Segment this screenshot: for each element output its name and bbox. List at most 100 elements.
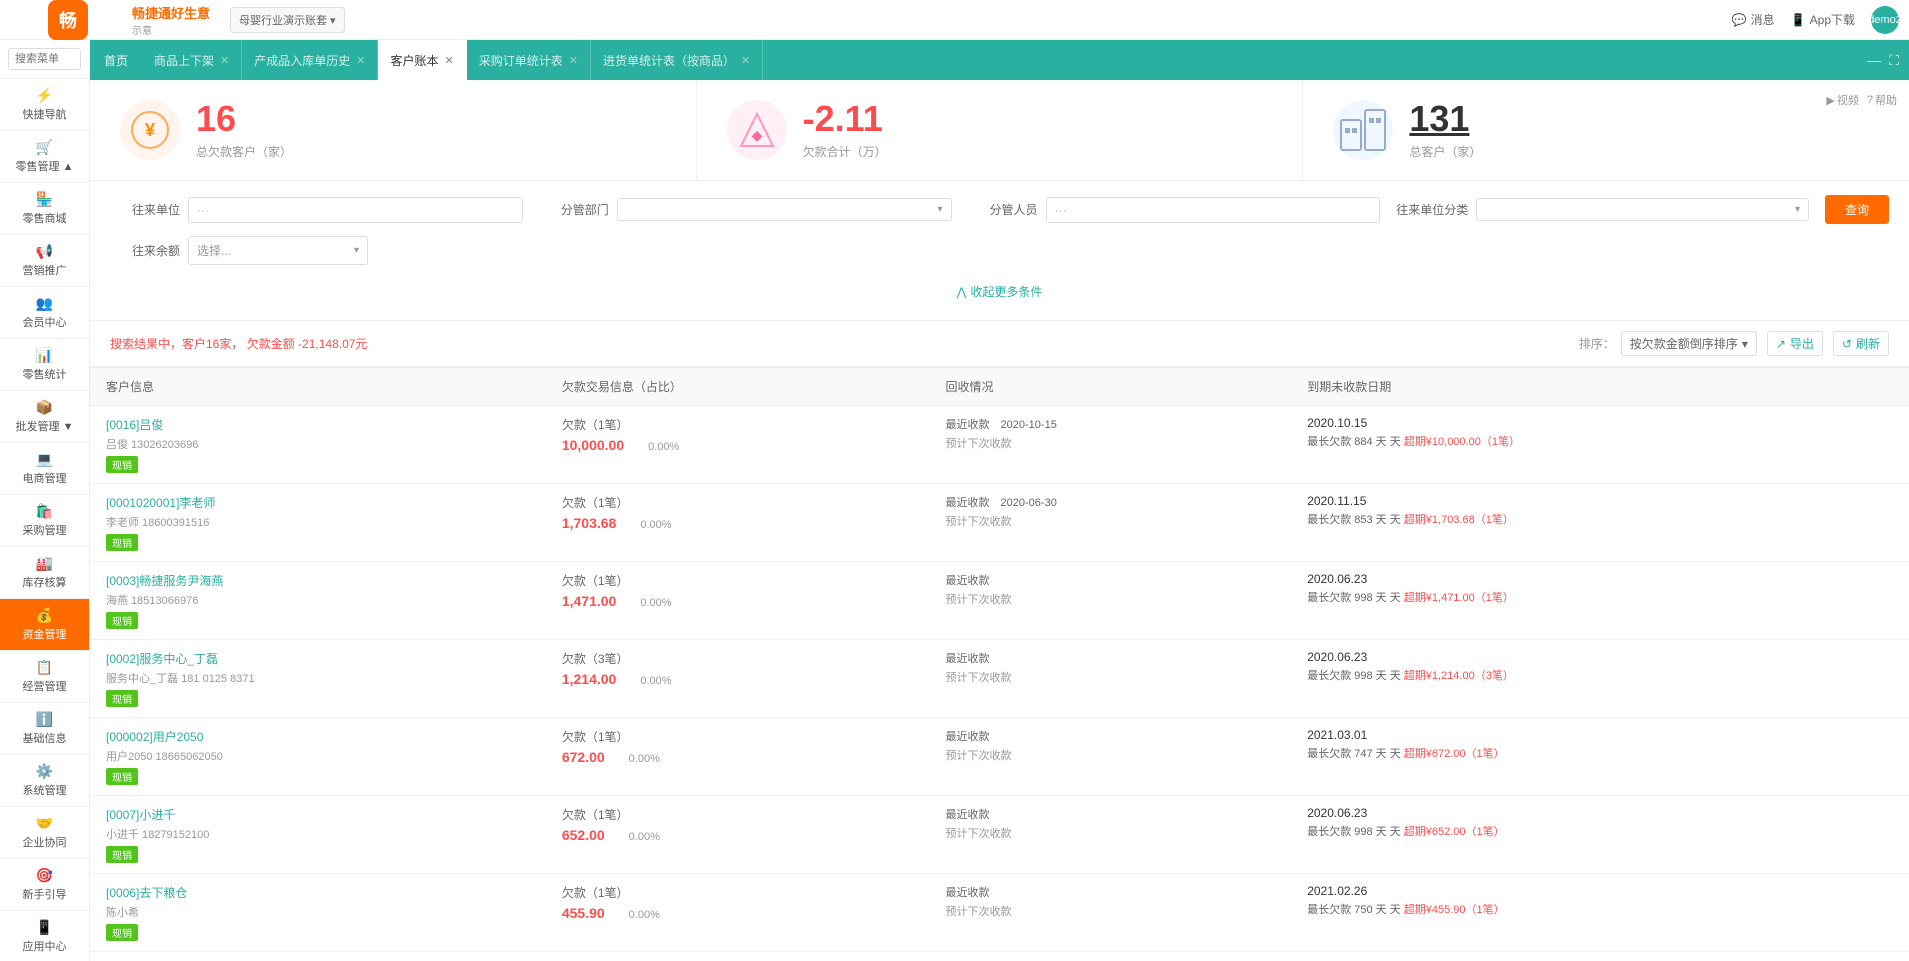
customer-name-link[interactable]: [0007]小进千 bbox=[106, 808, 175, 822]
customer-info-cell: [0016]吕俊 吕俊 13026203696 现销 bbox=[90, 406, 546, 484]
due-date-cell: 2020.12.30 最长欠款 808 天 天 超期¥429.00（1笔） bbox=[1291, 952, 1909, 961]
filter-balance-select[interactable]: 选择... ▾ bbox=[188, 236, 368, 265]
export-btn[interactable]: ↗ 导出 bbox=[1767, 331, 1823, 356]
overdue-amount-link[interactable]: 超期¥455.90（1笔） bbox=[1404, 904, 1505, 916]
app-download-btn[interactable]: 📱 App下载 bbox=[1791, 11, 1855, 28]
refresh-btn[interactable]: ↺ 刷新 bbox=[1833, 331, 1889, 356]
collapse-filters-btn[interactable]: ⋀ 收起更多条件 bbox=[110, 277, 1889, 306]
sidebar-search-container bbox=[0, 40, 89, 79]
company-selector[interactable]: 母婴行业演示账套 ▾ bbox=[230, 7, 345, 33]
tab-customer-account[interactable]: 客户账本 ✕ bbox=[378, 40, 466, 80]
filter-row-1: 往来单位 ··· 分管部门 ▾ bbox=[110, 195, 1889, 224]
filter-category-label: 往来单位分类 bbox=[1396, 201, 1468, 218]
filter-person-input[interactable]: ··· bbox=[1046, 197, 1381, 223]
debt-percent: 0.00% bbox=[629, 831, 660, 843]
business-icon: 📋 bbox=[36, 659, 53, 676]
customer-name-link[interactable]: [0003]畅捷服务尹海燕 bbox=[106, 574, 223, 588]
user-avatar[interactable]: demo2 bbox=[1871, 6, 1899, 34]
tab-product-list[interactable]: 商品上下架 ✕ bbox=[142, 40, 242, 80]
due-date-value: 2020.06.23 bbox=[1307, 650, 1893, 664]
overdue-amount-link[interactable]: 超期¥672.00（1笔） bbox=[1404, 748, 1505, 760]
customer-name-link[interactable]: [0001020001]李老师 bbox=[106, 496, 215, 510]
filter-category: 往来单位分类 ▾ bbox=[1396, 198, 1809, 221]
debt-count: 欠款（1笔） bbox=[562, 572, 914, 589]
overdue-amount-link[interactable]: 超期¥652.00（1笔） bbox=[1404, 826, 1505, 838]
debt-count: 欠款（3笔） bbox=[562, 650, 914, 667]
stat-card-debt-customers: ¥ 16 总欠款客户（家） bbox=[90, 80, 697, 180]
sidebar-item-marketing[interactable]: 📢 营销推广 bbox=[0, 235, 89, 287]
last-payment: 最近收款 bbox=[946, 572, 1276, 588]
sidebar-item-retail-stats[interactable]: 📊 零售统计 bbox=[0, 339, 89, 391]
marketing-icon: 📢 bbox=[36, 243, 53, 260]
sort-area: 排序： 按欠款金额倒序排序 ▾ bbox=[1579, 331, 1757, 356]
tab-product-history-close[interactable]: ✕ bbox=[356, 54, 365, 67]
sort-select[interactable]: 按欠款金额倒序排序 ▾ bbox=[1621, 331, 1757, 356]
col-debt-info: 欠款交易信息（占比） bbox=[546, 368, 930, 406]
app-name: 畅捷通好生意 bbox=[132, 3, 210, 22]
member-icon: 👥 bbox=[36, 295, 53, 312]
tab-home[interactable]: 首页 bbox=[90, 40, 142, 80]
customer-name-link[interactable]: [0002]服务中心_丁磊 bbox=[106, 652, 218, 666]
sidebar-item-retail-mall[interactable]: 🏪 零售商城 bbox=[0, 183, 89, 235]
filter-supplier-input[interactable]: ··· bbox=[188, 197, 523, 223]
filter-balance-type: 往来余额 选择... ▾ bbox=[110, 236, 1889, 265]
filter-category-select[interactable]: ▾ bbox=[1476, 198, 1809, 221]
sidebar-item-retail-mgmt[interactable]: 🛒 零售管理 ▲ bbox=[0, 131, 89, 183]
finance-icon: 💰 bbox=[36, 607, 53, 624]
customer-contact: 李老师 18600391516 bbox=[106, 514, 530, 530]
customer-contact: 小进千 18279152100 bbox=[106, 826, 530, 842]
overdue-amount-link[interactable]: 超期¥1,471.00（1笔） bbox=[1404, 592, 1514, 604]
customer-name-link[interactable]: [0006]去下粮仓 bbox=[106, 886, 187, 900]
sidebar-search-input[interactable] bbox=[8, 48, 81, 70]
tab-maximize-btn[interactable]: ⛶ bbox=[1889, 52, 1899, 69]
app-logo: 畅 bbox=[48, 0, 88, 40]
overdue-amount-link[interactable]: 超期¥10,000.00（1笔） bbox=[1404, 436, 1520, 448]
overdue-amount-link[interactable]: 超期¥1,703.68（1笔） bbox=[1404, 514, 1514, 526]
sidebar-item-inventory[interactable]: 🏭 库存核算 bbox=[0, 547, 89, 599]
recovery-cell: 最近收款 预计下次收款 bbox=[930, 718, 1292, 796]
filter-row-2: 往来余额 选择... ▾ bbox=[110, 236, 1889, 265]
view-video-btn[interactable]: ▶ 视频 bbox=[1826, 92, 1858, 108]
sidebar-item-system[interactable]: ⚙️ 系统管理 bbox=[0, 755, 89, 807]
table-row: [0002]服务中心_丁磊 服务中心_丁磊 181 0125 8371 现销 欠… bbox=[90, 640, 1909, 718]
tab-minimize-btn[interactable]: — bbox=[1867, 52, 1881, 68]
tab-inbound-stats-close[interactable]: ✕ bbox=[741, 54, 750, 67]
tab-customer-account-close[interactable]: ✕ bbox=[445, 54, 454, 67]
sidebar-item-purchase[interactable]: 🛍️ 采购管理 bbox=[0, 495, 89, 547]
sidebar-item-batch-mgmt[interactable]: 📦 批发管理 ▼ bbox=[0, 391, 89, 443]
tab-purchase-stats[interactable]: 采购订单统计表 ✕ bbox=[467, 40, 591, 80]
retail-stats-icon: 📊 bbox=[36, 347, 53, 364]
sidebar-item-quick-nav[interactable]: ⚡ 快捷导航 bbox=[0, 79, 89, 131]
overdue-days: 最长欠款 998 天 天 超期¥652.00（1笔） bbox=[1307, 823, 1893, 839]
svg-text:¥: ¥ bbox=[145, 120, 155, 140]
tab-product-list-close[interactable]: ✕ bbox=[220, 54, 229, 67]
recovery-cell: 最近收款 预计下次收款 bbox=[930, 562, 1292, 640]
table-row: [0003]畅捷服务尹海燕 海燕 18513066976 现销 欠款（1笔） 1… bbox=[90, 562, 1909, 640]
due-date-cell: 2021.03.01 最长欠款 747 天 天 超期¥672.00（1笔） bbox=[1291, 718, 1909, 796]
stat-label-debt-customers: 总欠款客户（家） bbox=[196, 143, 666, 160]
overdue-days: 最长欠款 853 天 天 超期¥1,703.68（1笔） bbox=[1307, 511, 1893, 527]
sidebar-item-business[interactable]: 📋 经营管理 bbox=[0, 651, 89, 703]
sidebar-item-ecommerce[interactable]: 💻 电商管理 bbox=[0, 443, 89, 495]
sidebar-item-new-guide[interactable]: 🎯 新手引导 bbox=[0, 859, 89, 911]
customer-name-link[interactable]: [000002]用户2050 bbox=[106, 730, 203, 744]
sidebar-item-enterprise[interactable]: 🤝 企业协同 bbox=[0, 807, 89, 859]
sidebar-item-app-center[interactable]: 📱 应用中心 bbox=[0, 911, 89, 961]
main-content: ¥ 16 总欠款客户（家） ◆ -2.11 欠款合计（万） bbox=[90, 80, 1909, 961]
tab-inbound-stats[interactable]: 进货单统计表（按商品） ✕ bbox=[591, 40, 763, 80]
sort-dropdown-icon: ▾ bbox=[1742, 337, 1748, 351]
sidebar-item-basic-info[interactable]: ℹ️ 基础信息 bbox=[0, 703, 89, 755]
message-btn[interactable]: 💬 消息 bbox=[1732, 11, 1775, 28]
tab-purchase-stats-close[interactable]: ✕ bbox=[569, 54, 578, 67]
ecommerce-icon: 💻 bbox=[36, 451, 53, 468]
header-right: 💬 消息 📱 App下载 demo2 bbox=[1732, 6, 1899, 34]
customer-name-link[interactable]: [0016]吕俊 bbox=[106, 418, 163, 432]
sidebar-item-finance[interactable]: 💰 资金管理 bbox=[0, 599, 89, 651]
help-btn[interactable]: ? 帮助 bbox=[1867, 92, 1897, 108]
sidebar-item-member[interactable]: 👥 会员中心 bbox=[0, 287, 89, 339]
filter-dept-select[interactable]: ▾ bbox=[617, 198, 952, 221]
recovery-cell: 最近收款 预计下次收款 bbox=[930, 952, 1292, 961]
search-button[interactable]: 查询 bbox=[1825, 195, 1889, 224]
tab-product-history[interactable]: 产成品入库单历史 ✕ bbox=[242, 40, 378, 80]
overdue-amount-link[interactable]: 超期¥1,214.00（3笔） bbox=[1404, 670, 1514, 682]
